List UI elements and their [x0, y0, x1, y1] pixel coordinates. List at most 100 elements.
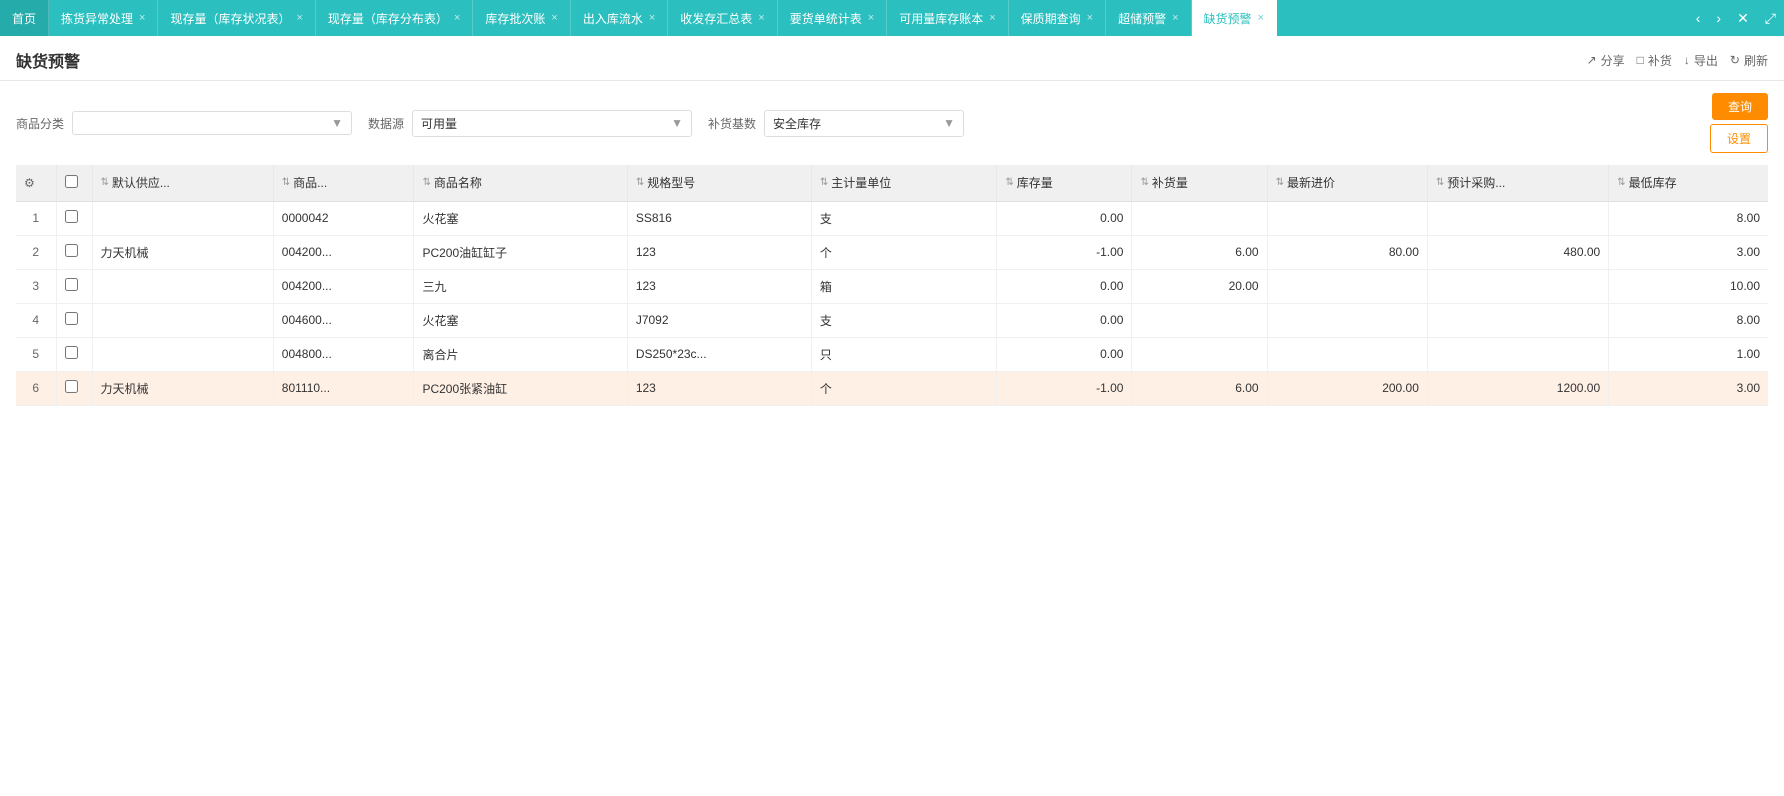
row-checkbox[interactable] — [65, 346, 78, 359]
row-stock-qty: 0.00 — [997, 201, 1132, 235]
tab-receipt-summary[interactable]: 收发存汇总表 × — [668, 0, 777, 36]
table-row[interactable]: 5 004800... 离合片 DS250*23c... 只 0.00 1.00 — [16, 337, 1768, 371]
close-tab-overstock[interactable]: × — [1172, 12, 1178, 24]
query-button[interactable]: 查询 — [1712, 93, 1768, 120]
table-row[interactable]: 3 004200... 三九 123 箱 0.00 20.00 10.00 — [16, 269, 1768, 303]
row-product-code: 004800... — [273, 337, 414, 371]
tab-batch-account[interactable]: 库存批次账 × — [473, 0, 570, 36]
replenish-button[interactable]: □ 补货 — [1637, 52, 1672, 69]
close-tab-receipt[interactable]: × — [758, 12, 764, 24]
column-settings-icon[interactable]: ⚙ — [24, 176, 35, 190]
sort-icon: ⇅ — [1436, 177, 1444, 188]
close-tab-expiry[interactable]: × — [1087, 12, 1093, 24]
row-checkbox-cell — [56, 269, 92, 303]
row-supplier — [92, 337, 273, 371]
row-stock-qty: -1.00 — [997, 235, 1132, 269]
table-row[interactable]: 1 0000042 火花塞 SS816 支 0.00 8.00 — [16, 201, 1768, 235]
table-row[interactable]: 4 004600... 火花塞 J7092 支 0.00 8.00 — [16, 303, 1768, 337]
data-source-chevron-icon: ▼ — [671, 116, 683, 130]
product-category-chevron-icon: ▼ — [331, 116, 343, 130]
tab-home[interactable]: 首页 — [0, 0, 49, 36]
row-replenish-qty: 6.00 — [1132, 371, 1267, 405]
row-checkbox[interactable] — [65, 312, 78, 325]
data-source-label: 数据源 — [368, 115, 404, 132]
row-latest-price — [1267, 303, 1427, 337]
select-all-checkbox[interactable] — [65, 175, 78, 188]
expand-button[interactable]: ⤢ — [1757, 0, 1784, 36]
close-tab-ledger[interactable]: × — [989, 12, 995, 24]
row-product-name: 三九 — [414, 269, 627, 303]
row-unit: 箱 — [811, 269, 996, 303]
product-category-select[interactable]: ▼ — [72, 111, 352, 135]
tab-inventory-dist[interactable]: 现存量（库存分布表） × — [316, 0, 473, 36]
row-replenish-qty — [1132, 303, 1267, 337]
row-num: 2 — [16, 235, 56, 269]
replenish-basis-chevron-icon: ▼ — [943, 116, 955, 130]
row-checkbox[interactable] — [65, 210, 78, 223]
share-button[interactable]: ↗ 分享 — [1587, 52, 1625, 69]
row-supplier: 力天机械 — [92, 371, 273, 405]
tab-available-ledger[interactable]: 可用量库存账本 × — [887, 0, 1008, 36]
row-est-purchase — [1427, 269, 1608, 303]
sort-icon: ⇅ — [636, 177, 644, 188]
close-tab-inout[interactable]: × — [649, 12, 655, 24]
replenish-basis-value: 安全库存 — [773, 115, 821, 132]
refresh-button[interactable]: ↻ 刷新 — [1730, 52, 1768, 69]
row-latest-price — [1267, 269, 1427, 303]
col-default-supplier: ⇅ 默认供应... — [92, 165, 273, 201]
row-stock-qty: 0.00 — [997, 337, 1132, 371]
tab-order-stats[interactable]: 要货单统计表 × — [778, 0, 887, 36]
export-button[interactable]: ↓ 导出 — [1684, 52, 1718, 69]
col-min-stock: ⇅ 最低库存 — [1609, 165, 1768, 201]
row-spec: SS816 — [627, 201, 811, 235]
row-product-name: 离合片 — [414, 337, 627, 371]
row-checkbox[interactable] — [65, 244, 78, 257]
col-product-code: ⇅ 商品... — [273, 165, 414, 201]
close-tab-inv-status[interactable]: × — [296, 12, 302, 24]
col-stock-qty: ⇅ 库存量 — [997, 165, 1132, 201]
table-row[interactable]: 2 力天机械 004200... PC200油缸缸子 123 个 -1.00 6… — [16, 235, 1768, 269]
tab-exception[interactable]: 拣货异常处理 × — [49, 0, 158, 36]
row-supplier — [92, 269, 273, 303]
row-min-stock: 3.00 — [1609, 235, 1768, 269]
col-unit: ⇅ 主计量单位 — [811, 165, 996, 201]
tab-shortage[interactable]: 缺货预警 × — [1192, 0, 1277, 36]
row-checkbox[interactable] — [65, 380, 78, 393]
row-num: 3 — [16, 269, 56, 303]
row-product-code: 004600... — [273, 303, 414, 337]
close-tab-shortage[interactable]: × — [1258, 12, 1264, 24]
replenish-basis-select[interactable]: 安全库存 ▼ — [764, 110, 964, 137]
close-tab-batch[interactable]: × — [551, 12, 557, 24]
row-spec: J7092 — [627, 303, 811, 337]
tab-inout-flow[interactable]: 出入库流水 × — [571, 0, 668, 36]
prev-tab-button[interactable]: ‹ — [1688, 0, 1709, 36]
replenish-basis-group: 补货基数 安全库存 ▼ — [708, 110, 964, 137]
tab-inventory-status[interactable]: 现存量（库存状况表） × — [158, 0, 315, 36]
close-tab-exception[interactable]: × — [139, 12, 145, 24]
col-replenish-qty: ⇅ 补货量 — [1132, 165, 1267, 201]
data-source-select[interactable]: 可用量 ▼ — [412, 110, 692, 137]
tab-expiry-query[interactable]: 保质期查询 × — [1009, 0, 1106, 36]
row-supplier — [92, 201, 273, 235]
table-row[interactable]: 6 力天机械 801110... PC200张紧油缸 123 个 -1.00 6… — [16, 371, 1768, 405]
col-est-purchase: ⇅ 预计采购... — [1427, 165, 1608, 201]
row-replenish-qty: 20.00 — [1132, 269, 1267, 303]
page-title: 缺货预警 — [16, 48, 80, 72]
close-all-button[interactable]: ✕ — [1729, 0, 1757, 36]
tab-overstock[interactable]: 超储预警 × — [1106, 0, 1191, 36]
sort-icon: ⇅ — [1617, 177, 1625, 188]
row-checkbox[interactable] — [65, 278, 78, 291]
row-spec: 123 — [627, 371, 811, 405]
row-unit: 个 — [811, 235, 996, 269]
main-content: 缺货预警 ↗ 分享 □ 补货 ↓ 导出 ↻ 刷新 商品分类 — [0, 36, 1784, 796]
row-product-name: PC200油缸缸子 — [414, 235, 627, 269]
row-stock-qty: 0.00 — [997, 269, 1132, 303]
row-spec: DS250*23c... — [627, 337, 811, 371]
sort-icon: ⇅ — [101, 177, 109, 188]
row-product-code: 801110... — [273, 371, 414, 405]
close-tab-order[interactable]: × — [868, 12, 874, 24]
row-replenish-qty — [1132, 201, 1267, 235]
settings-button[interactable]: 设置 — [1710, 124, 1768, 153]
close-tab-inv-dist[interactable]: × — [454, 12, 460, 24]
next-tab-button[interactable]: › — [1708, 0, 1729, 36]
